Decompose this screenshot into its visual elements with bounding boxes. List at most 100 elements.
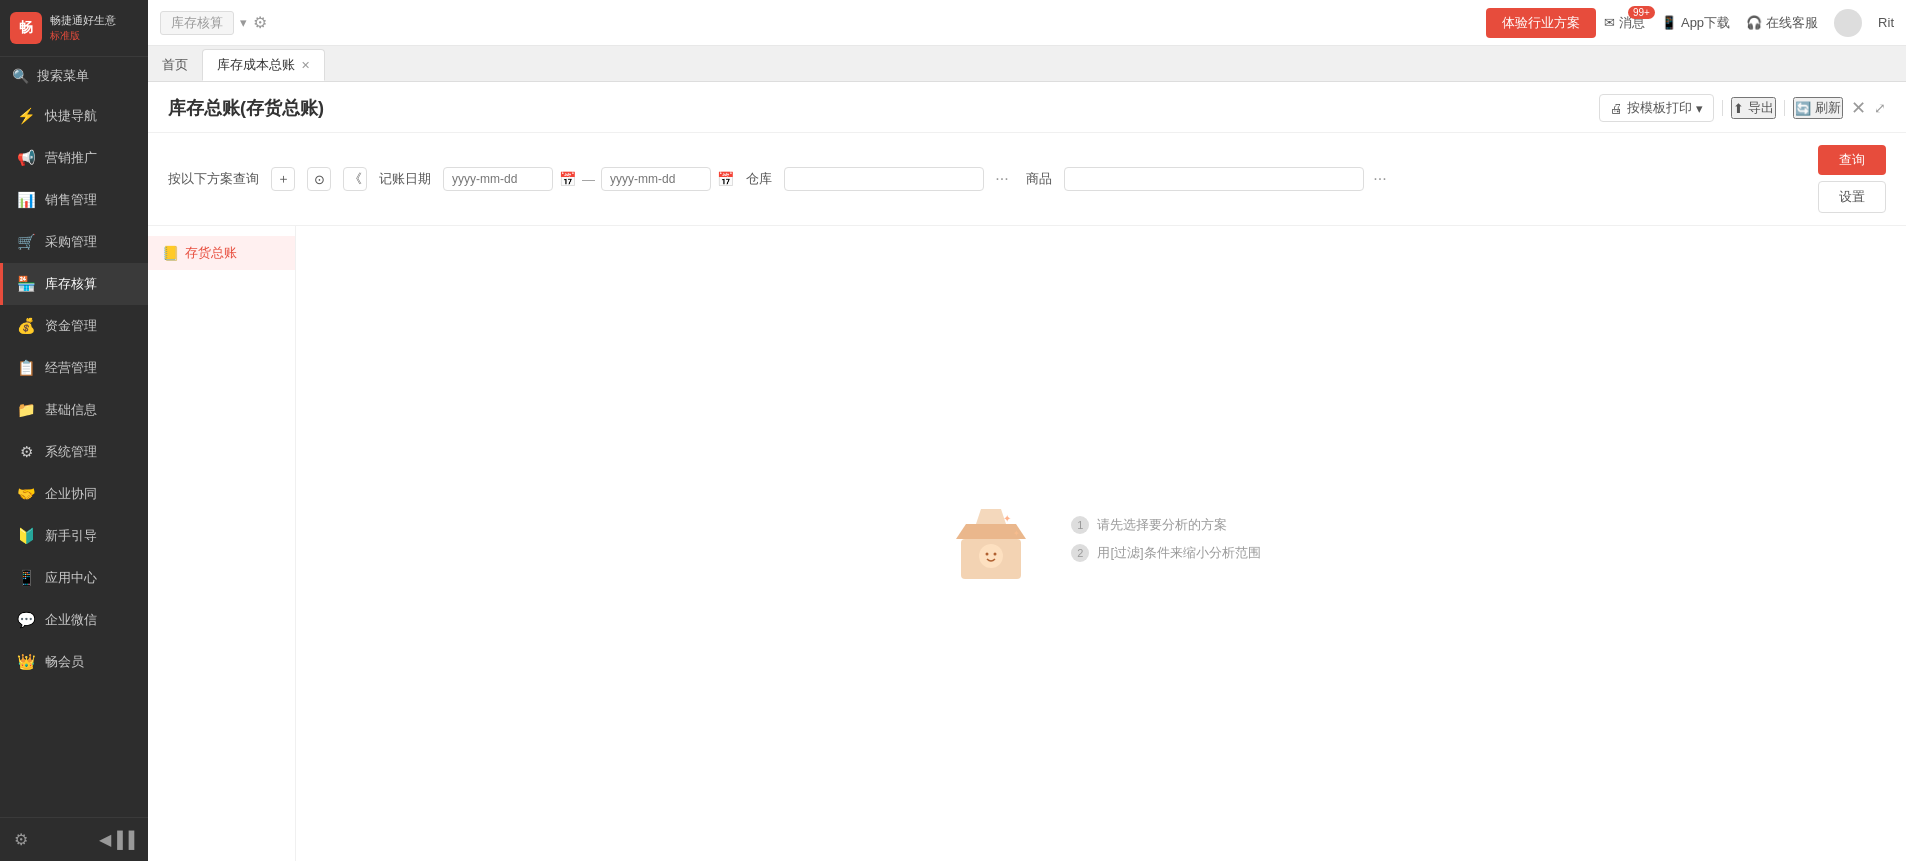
- breadcrumb-dropdown-icon[interactable]: ▾: [240, 15, 247, 30]
- sidebar-item-capital[interactable]: 💰 资金管理: [0, 305, 148, 347]
- query-btn[interactable]: 查询: [1818, 145, 1886, 175]
- app-logo-icon: 畅: [10, 12, 42, 44]
- tip-text-2: 用[过滤]条件来缩小分析范围: [1097, 544, 1260, 562]
- page-title: 库存总账(存货总账): [168, 96, 324, 120]
- warehouse-input[interactable]: [784, 167, 984, 191]
- online-service-btn[interactable]: 🎧 在线客服: [1746, 14, 1818, 32]
- member-icon: 👑: [17, 653, 35, 671]
- sidebar-item-basic-info[interactable]: 📁 基础信息: [0, 389, 148, 431]
- filter-label: 按以下方案查询: [168, 170, 259, 188]
- sidebar-item-label: 快捷导航: [45, 107, 97, 125]
- tab-home[interactable]: 首页: [148, 49, 202, 81]
- warehouse-group: ···: [784, 167, 1014, 191]
- sidebar-item-enterprise[interactable]: 🤝 企业协同: [0, 473, 148, 515]
- refresh-label: 刷新: [1815, 99, 1841, 117]
- sidebar-item-member[interactable]: 👑 畅会员: [0, 641, 148, 683]
- message-icon: ✉: [1604, 15, 1615, 30]
- panel-close-icon[interactable]: ✕: [1851, 97, 1866, 119]
- filter-settings-btn[interactable]: ⊙: [307, 167, 331, 191]
- refresh-btn[interactable]: 🔄 刷新: [1793, 97, 1843, 119]
- tab-inventory-ledger[interactable]: 库存成本总账 ✕: [202, 49, 325, 81]
- scheme-sidebar: 📒 存货总账: [148, 226, 296, 861]
- commodity-more-icon[interactable]: ···: [1368, 167, 1392, 191]
- tab-close-icon[interactable]: ✕: [301, 59, 310, 72]
- sidebar-item-label: 基础信息: [45, 401, 97, 419]
- sales-icon: 📊: [17, 191, 35, 209]
- settings-btn[interactable]: 设置: [1818, 181, 1886, 213]
- sidebar-item-sales[interactable]: 📊 销售管理: [0, 179, 148, 221]
- tip-num-1: 1: [1071, 516, 1089, 534]
- date-end-input[interactable]: [601, 167, 711, 191]
- sidebar-item-label: 畅会员: [45, 653, 84, 671]
- topbar-gear-icon[interactable]: ⚙: [253, 13, 267, 32]
- search-icon: 🔍: [12, 68, 29, 84]
- sidebar-item-label: 资金管理: [45, 317, 97, 335]
- print-label: 按模板打印: [1627, 99, 1692, 117]
- sidebar-item-label: 企业微信: [45, 611, 97, 629]
- app-name-block: 畅捷通好生意 标准版: [50, 13, 116, 42]
- user-avatar[interactable]: [1834, 9, 1862, 37]
- enterprise-icon: 🤝: [17, 485, 35, 503]
- filter-bar: 按以下方案查询 ＋ ⊙ 《 记账日期 📅 — 📅 仓库 ··· 商品 ···: [148, 133, 1906, 226]
- scheme-item-inventory[interactable]: 📒 存货总账: [148, 236, 295, 270]
- sidebar-item-label: 应用中心: [45, 569, 97, 587]
- tabbar: 首页 库存成本总账 ✕: [148, 46, 1906, 82]
- empty-state-area: ✦ ✦ 1 请先选择要分析的方案: [296, 226, 1906, 861]
- print-btn[interactable]: 🖨 按模板打印 ▾: [1599, 94, 1714, 122]
- warehouse-more-icon[interactable]: ···: [990, 167, 1014, 191]
- print-dropdown-icon[interactable]: ▾: [1696, 101, 1703, 116]
- service-icon: 🎧: [1746, 15, 1762, 30]
- sidebar-item-inventory[interactable]: 🏪 库存核算: [0, 263, 148, 305]
- calendar-start-icon[interactable]: 📅: [559, 171, 576, 187]
- sidebar-item-label: 企业协同: [45, 485, 97, 503]
- messages-btn[interactable]: ✉ 消息 99+: [1604, 14, 1645, 32]
- topbar: 库存核算 ▾ ⚙ 体验行业方案 ✉ 消息 99+ 📱 App下载 🎧 在线客服 …: [148, 0, 1906, 46]
- system-icon: ⚙: [17, 443, 35, 461]
- sidebar-item-purchase[interactable]: 🛒 采购管理: [0, 221, 148, 263]
- sidebar-item-label: 营销推广: [45, 149, 97, 167]
- app-center-icon: 📱: [17, 569, 35, 587]
- warehouse-label: 仓库: [746, 170, 772, 188]
- export-btn[interactable]: ⬆ 导出: [1731, 97, 1776, 119]
- date-start-input[interactable]: [443, 167, 553, 191]
- filter-collapse-btn[interactable]: 《: [343, 167, 367, 191]
- divider: [1722, 100, 1723, 116]
- sidebar-item-label: 销售管理: [45, 191, 97, 209]
- marketing-icon: 📢: [17, 149, 35, 167]
- sidebar-item-guide[interactable]: 🔰 新手引导: [0, 515, 148, 557]
- app-download-btn[interactable]: 📱 App下载: [1661, 14, 1730, 32]
- empty-tips: 1 请先选择要分析的方案 2 用[过滤]条件来缩小分析范围: [1071, 516, 1260, 572]
- empty-icon: ✦ ✦: [941, 494, 1041, 594]
- sidebar-item-system[interactable]: ⚙ 系统管理: [0, 431, 148, 473]
- sidebar-item-operations[interactable]: 📋 经营管理: [0, 347, 148, 389]
- empty-tip-1: 1 请先选择要分析的方案: [1071, 516, 1260, 534]
- tip-text-1: 请先选择要分析的方案: [1097, 516, 1227, 534]
- operations-icon: 📋: [17, 359, 35, 377]
- commodity-input[interactable]: [1064, 167, 1364, 191]
- topbar-right: ✉ 消息 99+ 📱 App下载 🎧 在线客服 Rit: [1604, 9, 1894, 37]
- page-header-actions: 🖨 按模板打印 ▾ ⬆ 导出 🔄 刷新 ✕ ⤢: [1599, 94, 1886, 122]
- panel-expand-icon[interactable]: ⤢: [1874, 100, 1886, 116]
- sidebar-item-app-center[interactable]: 📱 应用中心: [0, 557, 148, 599]
- sidebar-item-wechat[interactable]: 💬 企业微信: [0, 599, 148, 641]
- sidebar-item-label: 库存核算: [45, 275, 97, 293]
- search-menu-label: 搜索菜单: [37, 67, 89, 85]
- sidebar-item-quick-nav[interactable]: ⚡ 快捷导航: [0, 95, 148, 137]
- empty-svg: ✦ ✦: [941, 494, 1041, 594]
- date-label: 记账日期: [379, 170, 431, 188]
- calendar-end-icon[interactable]: 📅: [717, 171, 734, 187]
- app-download-label: App下载: [1681, 14, 1730, 32]
- app-version: 标准版: [50, 29, 116, 43]
- capital-icon: 💰: [17, 317, 35, 335]
- footer-settings-icon[interactable]: ⚙: [14, 830, 28, 849]
- svg-point-6: [986, 552, 989, 555]
- footer-audio-icon[interactable]: ◀▐▐: [99, 830, 134, 849]
- search-menu-item[interactable]: 🔍 搜索菜单: [0, 57, 148, 95]
- sidebar-item-marketing[interactable]: 📢 营销推广: [0, 137, 148, 179]
- sidebar-item-label: 系统管理: [45, 443, 97, 461]
- svg-text:✦: ✦: [1013, 529, 1020, 538]
- filter-add-btn[interactable]: ＋: [271, 167, 295, 191]
- export-icon: ⬆: [1733, 101, 1744, 116]
- messages-badge: 99+: [1628, 6, 1655, 19]
- trial-btn[interactable]: 体验行业方案: [1486, 8, 1596, 38]
